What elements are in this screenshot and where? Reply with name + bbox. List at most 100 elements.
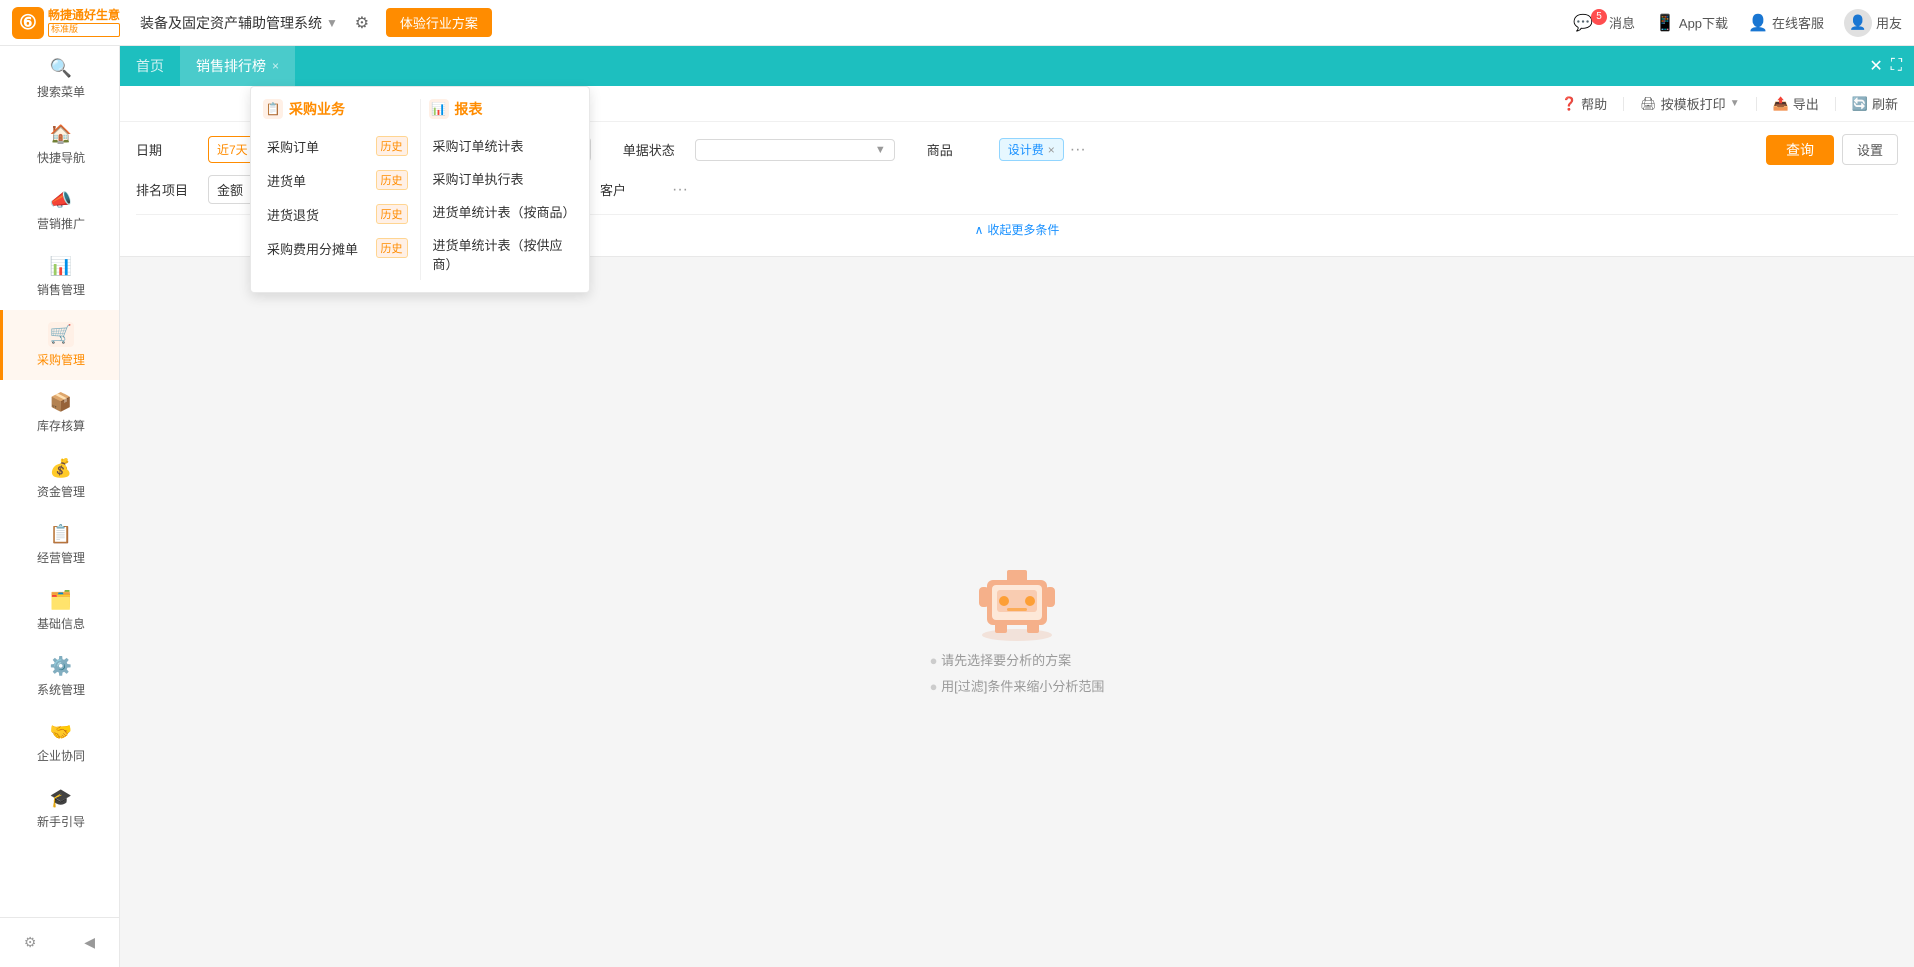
help-label: 帮助	[1581, 94, 1607, 113]
doc-status-label: 单据状态	[623, 140, 683, 159]
refresh-button[interactable]: 🔄 刷新	[1852, 94, 1898, 113]
service-icon: 👤	[1748, 13, 1768, 33]
dropdown-item-label: 进货单	[267, 171, 306, 190]
sidebar-item-newbie[interactable]: 🎓 新手引导	[0, 776, 119, 842]
dropdown-item-stock-stats-supplier[interactable]: 进货单统计表（按供应商）	[429, 228, 578, 280]
goods-dots[interactable]: ···	[1070, 141, 1086, 159]
dropdown-col2-title: 📊 报表	[429, 99, 578, 119]
logo-text: 畅捷通好生意 标准版	[48, 8, 120, 37]
message-label: 消息	[1609, 13, 1635, 32]
purchase-icon: 🛒	[48, 322, 74, 347]
goods-tag-label: 设计费	[1008, 141, 1044, 158]
dropdown-item-label: 采购订单	[267, 137, 319, 156]
dropdown-col1-title: 📋 采购业务	[263, 99, 412, 119]
app-download-label: App下载	[1679, 13, 1728, 32]
sidebar-item-enterprise[interactable]: 🤝 企业协同	[0, 710, 119, 776]
dropdown-item-purchase-order[interactable]: 采购订单 历史	[263, 129, 412, 163]
dropdown-item-order-stats[interactable]: 采购订单统计表	[429, 129, 578, 162]
customer-dots[interactable]: ···	[672, 181, 688, 199]
empty-tips: 请先选择要分析的方案 用[过滤]条件来缩小分析范围	[930, 648, 1105, 700]
dropdown-item-order-exec[interactable]: 采购订单执行表	[429, 162, 578, 195]
dropdown-col2-title-text: 报表	[455, 99, 483, 119]
message-badge: 5	[1591, 9, 1607, 25]
refresh-label: 刷新	[1872, 94, 1898, 113]
sidebar-item-quick-nav[interactable]: 🏠 快捷导航	[0, 112, 119, 178]
dropdown-item-stock-in[interactable]: 进货单 历史	[263, 163, 412, 197]
system-name-selector[interactable]: 装备及固定资产辅助管理系统 ▼	[140, 13, 338, 33]
inventory-icon: 📦	[50, 392, 72, 413]
collapse-icon: ∧	[975, 223, 984, 237]
system-icon: ⚙️	[50, 656, 72, 677]
customer-label: 客户	[600, 180, 660, 199]
customer-filter-area: ···	[672, 181, 688, 199]
dropdown-col1-title-text: 采购业务	[289, 99, 345, 119]
tab-bar: 首页 销售排行榜 × ✕ ⛶	[120, 46, 1914, 86]
online-service-button[interactable]: 👤 在线客服	[1748, 13, 1824, 33]
query-button[interactable]: 查询	[1766, 135, 1834, 165]
sidebar-settings-button[interactable]: ⚙	[18, 928, 43, 957]
basic-info-icon: 🗂️	[50, 590, 72, 611]
sidebar-item-inventory[interactable]: 📦 库存核算	[0, 380, 119, 446]
sidebar-item-search-menu[interactable]: 🔍 搜索菜单	[0, 46, 119, 112]
search-menu-icon: 🔍	[50, 58, 72, 79]
sales-icon: 📊	[50, 256, 72, 277]
sidebar-item-label: 企业协同	[37, 747, 85, 764]
empty-tip1: 请先选择要分析的方案	[930, 648, 1105, 674]
marketing-icon: 📣	[50, 190, 72, 211]
logo-line1: 畅捷通好生意	[48, 8, 120, 24]
quick-nav-icon: 🏠	[50, 124, 72, 145]
sidebar-item-label: 销售管理	[37, 281, 85, 298]
tab-sales-rank[interactable]: 销售排行榜 ×	[180, 46, 295, 86]
sidebar-item-basic-info[interactable]: 🗂️ 基础信息	[0, 578, 119, 644]
empty-illustration	[957, 525, 1077, 648]
print-button[interactable]: 🖨 按模板打印 ▼	[1640, 94, 1739, 113]
sidebar-item-label: 经营管理	[37, 549, 85, 566]
rank-label: 排名项目	[136, 180, 196, 199]
dropdown-item-stock-return[interactable]: 进货退货 历史	[263, 197, 412, 231]
goods-tag-close[interactable]: ×	[1048, 143, 1055, 157]
main-layout: 🔍 搜索菜单 🏠 快捷导航 📣 营销推广 📊 销售管理 🛒 采购管理 📦 库存核…	[0, 46, 1914, 967]
sidebar-item-system[interactable]: ⚙️ 系统管理	[0, 644, 119, 710]
sidebar-item-business[interactable]: 📋 经营管理	[0, 512, 119, 578]
print-arrow[interactable]: ▼	[1730, 98, 1740, 109]
export-button[interactable]: 📤 导出	[1773, 94, 1819, 113]
sidebar-item-purchase[interactable]: 🛒 采购管理	[0, 310, 119, 380]
sidebar-item-label: 采购管理	[37, 351, 85, 368]
window-close-button[interactable]: ✕	[1869, 56, 1882, 76]
message-button[interactable]: 💬 5 消息	[1573, 13, 1635, 33]
doc-status-select[interactable]: ▼	[695, 139, 895, 161]
empty-svg	[957, 525, 1077, 645]
enterprise-icon: 🤝	[50, 722, 72, 743]
help-button[interactable]: ❓ 帮助	[1561, 94, 1607, 113]
dropdown-item-label: 采购费用分摊单	[267, 239, 358, 258]
tab-sales-rank-label: 销售排行榜	[196, 56, 266, 76]
window-maximize-button[interactable]: ⛶	[1891, 57, 1902, 75]
sidebar-collapse-button[interactable]: ◀	[78, 928, 101, 957]
sidebar-item-sales[interactable]: 📊 销售管理	[0, 244, 119, 310]
print-icon: 🖨	[1640, 96, 1657, 112]
sidebar-item-label: 库存核算	[37, 417, 85, 434]
user-menu[interactable]: 👤 用友	[1844, 9, 1902, 37]
sidebar-item-label: 快捷导航	[37, 149, 85, 166]
system-name-text: 装备及固定资产辅助管理系统	[140, 13, 322, 33]
empty-tip2: 用[过滤]条件来缩小分析范围	[930, 674, 1105, 700]
sidebar-item-finance[interactable]: 💰 资金管理	[0, 446, 119, 512]
phone-icon: 📱	[1655, 13, 1675, 33]
dropdown-item-purchase-fee[interactable]: 采购费用分摊单 历史	[263, 231, 412, 265]
system-settings-button[interactable]: ⚙	[348, 9, 376, 37]
dropdown-item-label: 进货退货	[267, 205, 319, 224]
history-badge: 历史	[376, 170, 408, 190]
app-download-button[interactable]: 📱 App下载	[1655, 13, 1728, 33]
purchase-col-icon: 📋	[263, 99, 283, 119]
industry-solution-button[interactable]: 体验行业方案	[386, 8, 492, 37]
dropdown-item-stock-stats-goods[interactable]: 进货单统计表（按商品）	[429, 195, 578, 228]
finance-icon: 💰	[50, 458, 72, 479]
sidebar-item-label: 基础信息	[37, 615, 85, 632]
logo-area: ⑥ 畅捷通好生意 标准版	[12, 7, 132, 39]
tab-home[interactable]: 首页	[120, 46, 180, 86]
purchase-dropdown-menu: 📋 采购业务 采购订单 历史 进货单 历史 进货退货 历史 采购费用分摊单	[250, 86, 590, 293]
sidebar-item-marketing[interactable]: 📣 营销推广	[0, 178, 119, 244]
tab-close-icon[interactable]: ×	[272, 59, 279, 73]
top-header: ⑥ 畅捷通好生意 标准版 装备及固定资产辅助管理系统 ▼ ⚙ 体验行业方案 💬 …	[0, 0, 1914, 46]
filter-settings-button[interactable]: 设置	[1842, 134, 1898, 165]
